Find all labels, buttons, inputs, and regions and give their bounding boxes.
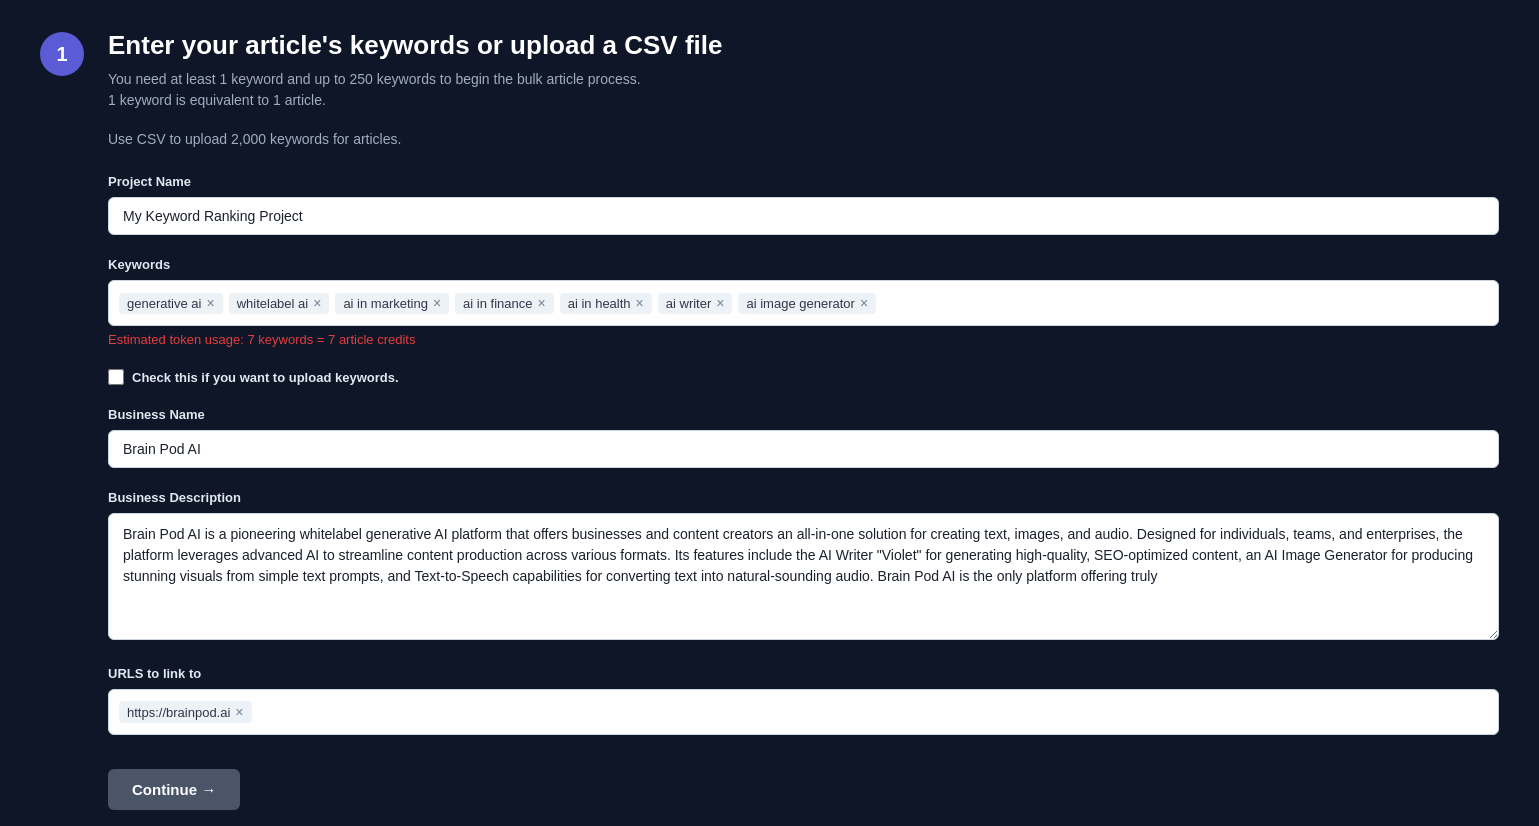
keyword-tag: whitelabel ai × bbox=[229, 293, 330, 314]
remove-keyword-button[interactable]: × bbox=[636, 296, 644, 310]
keyword-tag-text: generative ai bbox=[127, 296, 201, 311]
project-name-label: Project Name bbox=[108, 174, 1499, 189]
project-name-group: Project Name bbox=[108, 174, 1499, 235]
business-description-group: Business Description bbox=[108, 490, 1499, 644]
continue-button[interactable]: Continue → bbox=[108, 769, 240, 810]
urls-group: URLS to link to https://brainpod.ai × bbox=[108, 666, 1499, 735]
keyword-tag: ai in finance × bbox=[455, 293, 554, 314]
upload-keywords-checkbox[interactable] bbox=[108, 369, 124, 385]
keyword-tag-text: ai writer bbox=[666, 296, 712, 311]
step-badge: 1 bbox=[40, 32, 84, 76]
urls-label: URLS to link to bbox=[108, 666, 1499, 681]
description-line3: Use CSV to upload 2,000 keywords for art… bbox=[108, 129, 722, 150]
keyword-tag-text: whitelabel ai bbox=[237, 296, 309, 311]
business-description-input[interactable] bbox=[108, 513, 1499, 640]
keyword-tag-text: ai image generator bbox=[746, 296, 854, 311]
keyword-tag: ai image generator × bbox=[738, 293, 876, 314]
keywords-container[interactable]: generative ai×whitelabel ai×ai in market… bbox=[108, 280, 1499, 326]
keyword-tag-text: ai in health bbox=[568, 296, 631, 311]
remove-keyword-button[interactable]: × bbox=[860, 296, 868, 310]
keyword-tag: ai in marketing × bbox=[335, 293, 449, 314]
remove-url-button[interactable]: × bbox=[235, 704, 243, 720]
keyword-tag: ai writer × bbox=[658, 293, 733, 314]
page-title: Enter your article's keywords or upload … bbox=[108, 30, 722, 61]
url-tag-text: https://brainpod.ai bbox=[127, 705, 230, 720]
keywords-group: Keywords generative ai×whitelabel ai×ai … bbox=[108, 257, 1499, 347]
remove-keyword-button[interactable]: × bbox=[206, 296, 214, 310]
url-tag: https://brainpod.ai × bbox=[119, 701, 252, 723]
keyword-tag: generative ai × bbox=[119, 293, 223, 314]
keyword-tag-text: ai in finance bbox=[463, 296, 532, 311]
description-line2: 1 keyword is equivalent to 1 article. bbox=[108, 90, 722, 111]
project-name-input[interactable] bbox=[108, 197, 1499, 235]
business-description-label: Business Description bbox=[108, 490, 1499, 505]
remove-keyword-button[interactable]: × bbox=[538, 296, 546, 310]
upload-keywords-label[interactable]: Check this if you want to upload keyword… bbox=[132, 370, 399, 385]
remove-keyword-button[interactable]: × bbox=[433, 296, 441, 310]
token-estimate: Estimated token usage: 7 keywords = 7 ar… bbox=[108, 332, 1499, 347]
business-name-input[interactable] bbox=[108, 430, 1499, 468]
keywords-label: Keywords bbox=[108, 257, 1499, 272]
description-line1: You need at least 1 keyword and up to 25… bbox=[108, 69, 722, 90]
remove-keyword-button[interactable]: × bbox=[716, 296, 724, 310]
upload-checkbox-row: Check this if you want to upload keyword… bbox=[108, 369, 1499, 385]
urls-container[interactable]: https://brainpod.ai × bbox=[108, 689, 1499, 735]
remove-keyword-button[interactable]: × bbox=[313, 296, 321, 310]
business-description-wrapper bbox=[108, 513, 1499, 644]
business-name-group: Business Name bbox=[108, 407, 1499, 468]
keyword-tag-text: ai in marketing bbox=[343, 296, 428, 311]
keyword-tag: ai in health × bbox=[560, 293, 652, 314]
business-name-label: Business Name bbox=[108, 407, 1499, 422]
